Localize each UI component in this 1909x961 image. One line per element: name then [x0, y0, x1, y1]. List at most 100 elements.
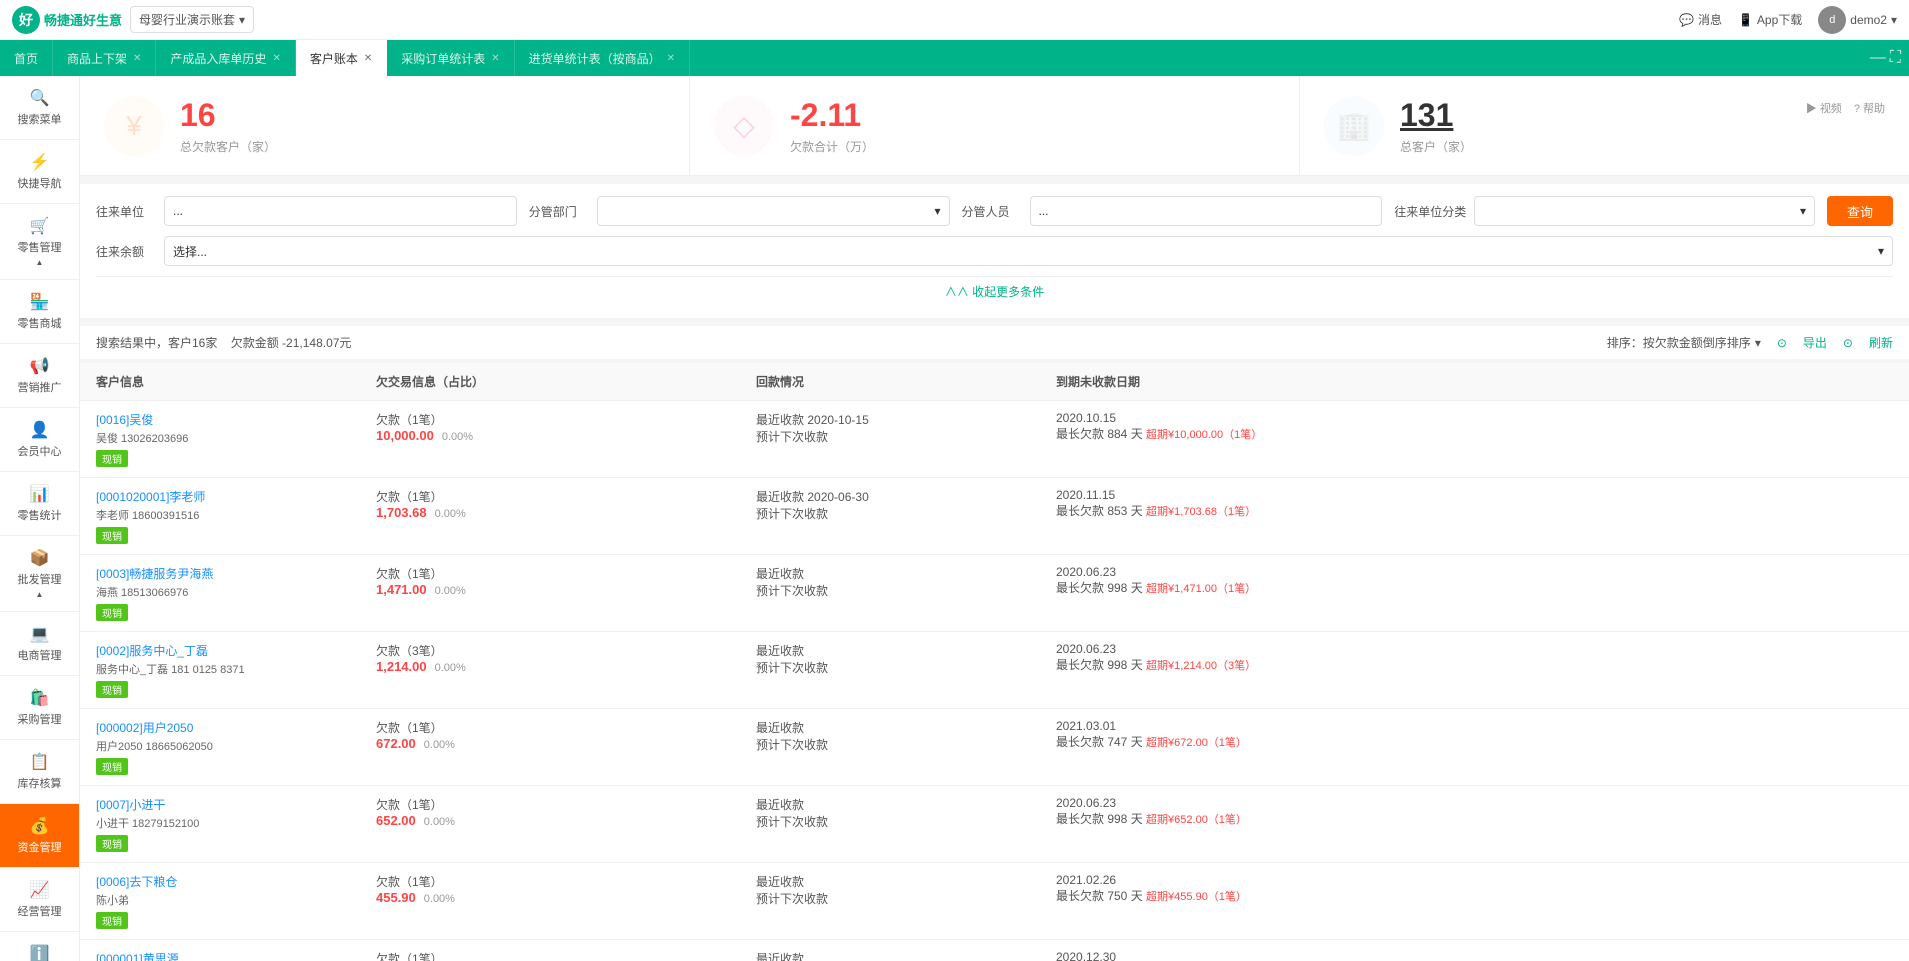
top-bar-left: 好 畅捷通好生意 母婴行业演示账套 ▾: [12, 6, 254, 34]
source-unit-placeholder: ...: [173, 204, 183, 218]
stat-content-total: 131 总客户（家）: [1400, 97, 1472, 155]
app-download-btn[interactable]: 📱 App下载: [1738, 11, 1802, 28]
export-circle: ⊙: [1777, 336, 1787, 350]
collapse-icon: ∧∧: [945, 285, 969, 299]
customer-name-3[interactable]: [0002]服务中心_丁磊: [96, 642, 376, 659]
customer-cell-4: [000002]用户2050 用户2050 18665062050 现销: [96, 719, 376, 775]
filter-person: 分管人员 ...: [962, 196, 1383, 226]
stats-row: ¥ 16 总欠款客户（家） ◇ -2.11 欠款合计（万） 🏢 131 总客户（…: [80, 76, 1909, 176]
user-name: demo2: [1850, 13, 1887, 27]
table-row: [0006]去下粮仓 陈小弟 现销 欠款（1笔） 455.900.00% 最近收…: [80, 863, 1909, 940]
next-payment-2: 预计下次收款: [756, 582, 1056, 599]
refresh-button[interactable]: 刷新: [1869, 334, 1893, 351]
tab-maximize-icon[interactable]: ⛶: [1890, 49, 1901, 67]
lightning-icon: ⚡: [30, 152, 50, 172]
debt-amount-1: 1,703.68: [376, 505, 427, 520]
overdue-amount-6[interactable]: 超期¥455.90（1笔）: [1146, 891, 1247, 903]
next-payment-5: 预计下次收款: [756, 813, 1056, 830]
sidebar-label-quick-nav: 快捷导航: [18, 175, 62, 191]
help-btn[interactable]: ? 帮助: [1854, 100, 1885, 116]
debt-amount-2: 1,471.00: [376, 582, 427, 597]
debt-count-5: 欠款（1笔）: [376, 796, 756, 813]
collapse-bar[interactable]: ∧∧ 收起更多条件: [96, 276, 1893, 306]
sidebar-item-retail-mgmt[interactable]: 🛒 零售管理 ▲: [0, 204, 79, 280]
tab-minimize-icon[interactable]: —: [1870, 49, 1886, 67]
message-icon: 💬: [1679, 13, 1694, 27]
user-menu[interactable]: d demo2 ▾: [1818, 6, 1897, 34]
tab-customer-account-close[interactable]: ✕: [364, 53, 372, 64]
tab-product-listing-close[interactable]: ✕: [133, 53, 141, 64]
sidebar-item-retail-stat[interactable]: 📊 零售统计: [0, 472, 79, 536]
overdue-amount-0[interactable]: 超期¥10,000.00（1笔）: [1146, 429, 1262, 441]
video-btn[interactable]: ▶ 视频: [1806, 100, 1842, 116]
sidebar-item-retail-mall[interactable]: 🏪 零售商城: [0, 280, 79, 344]
overdue-amount-1[interactable]: 超期¥1,703.68（1笔）: [1146, 506, 1256, 518]
sidebar-item-finance[interactable]: 💰 资金管理: [0, 804, 79, 868]
customer-name-5[interactable]: [0007]小进干: [96, 796, 376, 813]
sidebar-item-quick-nav[interactable]: ⚡ 快捷导航: [0, 140, 79, 204]
customer-name-7[interactable]: [000001]黄思源: [96, 950, 376, 961]
logo-icon: 好: [12, 6, 40, 34]
search-button[interactable]: 查询: [1827, 196, 1893, 226]
customer-name-0[interactable]: [0016]吴俊: [96, 411, 376, 428]
due-date-6: 2021.02.26: [1056, 873, 1893, 887]
company-selector[interactable]: 母婴行业演示账套 ▾: [130, 6, 254, 33]
export-button[interactable]: 导出: [1803, 334, 1827, 351]
tab-import-stat-label: 进货单统计表（按商品）: [529, 50, 661, 67]
due-cell-0: 2020.10.15 最长欠款 884 天 超期¥10,000.00（1笔）: [1056, 411, 1893, 442]
tab-production-history[interactable]: 产成品入库单历史 ✕: [156, 40, 295, 76]
tab-home[interactable]: 首页: [0, 40, 53, 76]
tab-customer-account[interactable]: 客户账本 ✕: [296, 40, 387, 76]
sidebar-item-ecommerce[interactable]: 💻 电商管理: [0, 612, 79, 676]
sidebar-label-search: 搜索菜单: [18, 111, 62, 127]
tab-production-history-close[interactable]: ✕: [272, 53, 280, 64]
customer-name-2[interactable]: [0003]畅捷服务尹海燕: [96, 565, 376, 582]
customer-tag-0: 现销: [96, 450, 128, 467]
sort-icon: ▾: [1755, 336, 1761, 350]
recovery-info-5: 最近收款: [756, 796, 1056, 813]
overdue-amount-2[interactable]: 超期¥1,471.00（1笔）: [1146, 583, 1256, 595]
sidebar-item-inventory[interactable]: 📋 库存核算: [0, 740, 79, 804]
tab-product-listing[interactable]: 商品上下架 ✕: [53, 40, 156, 76]
sidebar-label-retail-stat: 零售统计: [18, 507, 62, 523]
dept-select[interactable]: ▾: [597, 196, 950, 226]
tab-purchase-order[interactable]: 采购订单统计表 ✕: [387, 40, 514, 76]
tab-purchase-order-close[interactable]: ✕: [491, 53, 499, 64]
unit-category-select[interactable]: ▾: [1474, 196, 1815, 226]
overdue-amount-4[interactable]: 超期¥672.00（1笔）: [1146, 737, 1247, 749]
balance-select[interactable]: 选择... ▾: [164, 236, 1893, 266]
overdue-amount-3[interactable]: 超期¥1,214.00（3笔）: [1146, 660, 1256, 672]
due-date-5: 2020.06.23: [1056, 796, 1893, 810]
sidebar-item-marketing[interactable]: 📢 营销推广: [0, 344, 79, 408]
customer-name-4[interactable]: [000002]用户2050: [96, 719, 376, 736]
sidebar-item-search-menu[interactable]: 🔍 搜索菜单: [0, 76, 79, 140]
tab-import-stat-close[interactable]: ✕: [667, 53, 675, 64]
sidebar-label-member: 会员中心: [18, 443, 62, 459]
tab-import-stat[interactable]: 进货单统计表（按商品） ✕: [515, 40, 690, 76]
sidebar-label-retail-mall: 零售商城: [18, 315, 62, 331]
debt-percent-0: 0.00%: [442, 431, 473, 443]
sidebar-item-purchase-mgmt[interactable]: 🛍️ 采购管理: [0, 676, 79, 740]
bag-icon: 🛍️: [30, 688, 50, 708]
message-btn[interactable]: 💬 消息: [1679, 11, 1722, 28]
sidebar-item-batch-mgmt[interactable]: 📦 批发管理 ▲: [0, 536, 79, 612]
source-unit-input[interactable]: ...: [164, 196, 517, 226]
customer-name-6[interactable]: [0006]去下粮仓: [96, 873, 376, 890]
sidebar-item-member[interactable]: 👤 会员中心: [0, 408, 79, 472]
customer-name-1[interactable]: [0001020001]李老师: [96, 488, 376, 505]
customer-phone-3: 服务中心_丁磊 181 0125 8371: [96, 661, 376, 677]
content-area: ¥ 16 总欠款客户（家） ◇ -2.11 欠款合计（万） 🏢 131 总客户（…: [80, 76, 1909, 961]
person-input[interactable]: ...: [1030, 196, 1383, 226]
sort-button[interactable]: 排序：按欠款金额倒序排序 ▾: [1607, 334, 1761, 351]
table-row: [0016]吴俊 吴俊 13026203696 现销 欠款（1笔） 10,000…: [80, 401, 1909, 478]
dept-dropdown-icon: ▾: [934, 204, 940, 218]
due-cell-7: 2020.12.30 最长欠款 808 天 超期¥429.00（1笔）: [1056, 950, 1893, 961]
sidebar-item-business-mgmt[interactable]: 📈 经营管理: [0, 868, 79, 932]
customer-cell-6: [0006]去下粮仓 陈小弟 现销: [96, 873, 376, 929]
sidebar-item-basic-info[interactable]: ℹ️ 基础信息: [0, 932, 79, 961]
logo-area: 好 畅捷通好生意: [12, 6, 122, 34]
sidebar-label-inventory: 库存核算: [18, 775, 62, 791]
debt-percent-1: 0.00%: [435, 508, 466, 520]
recovery-info-2: 最近收款: [756, 565, 1056, 582]
overdue-amount-5[interactable]: 超期¥652.00（1笔）: [1146, 814, 1247, 826]
